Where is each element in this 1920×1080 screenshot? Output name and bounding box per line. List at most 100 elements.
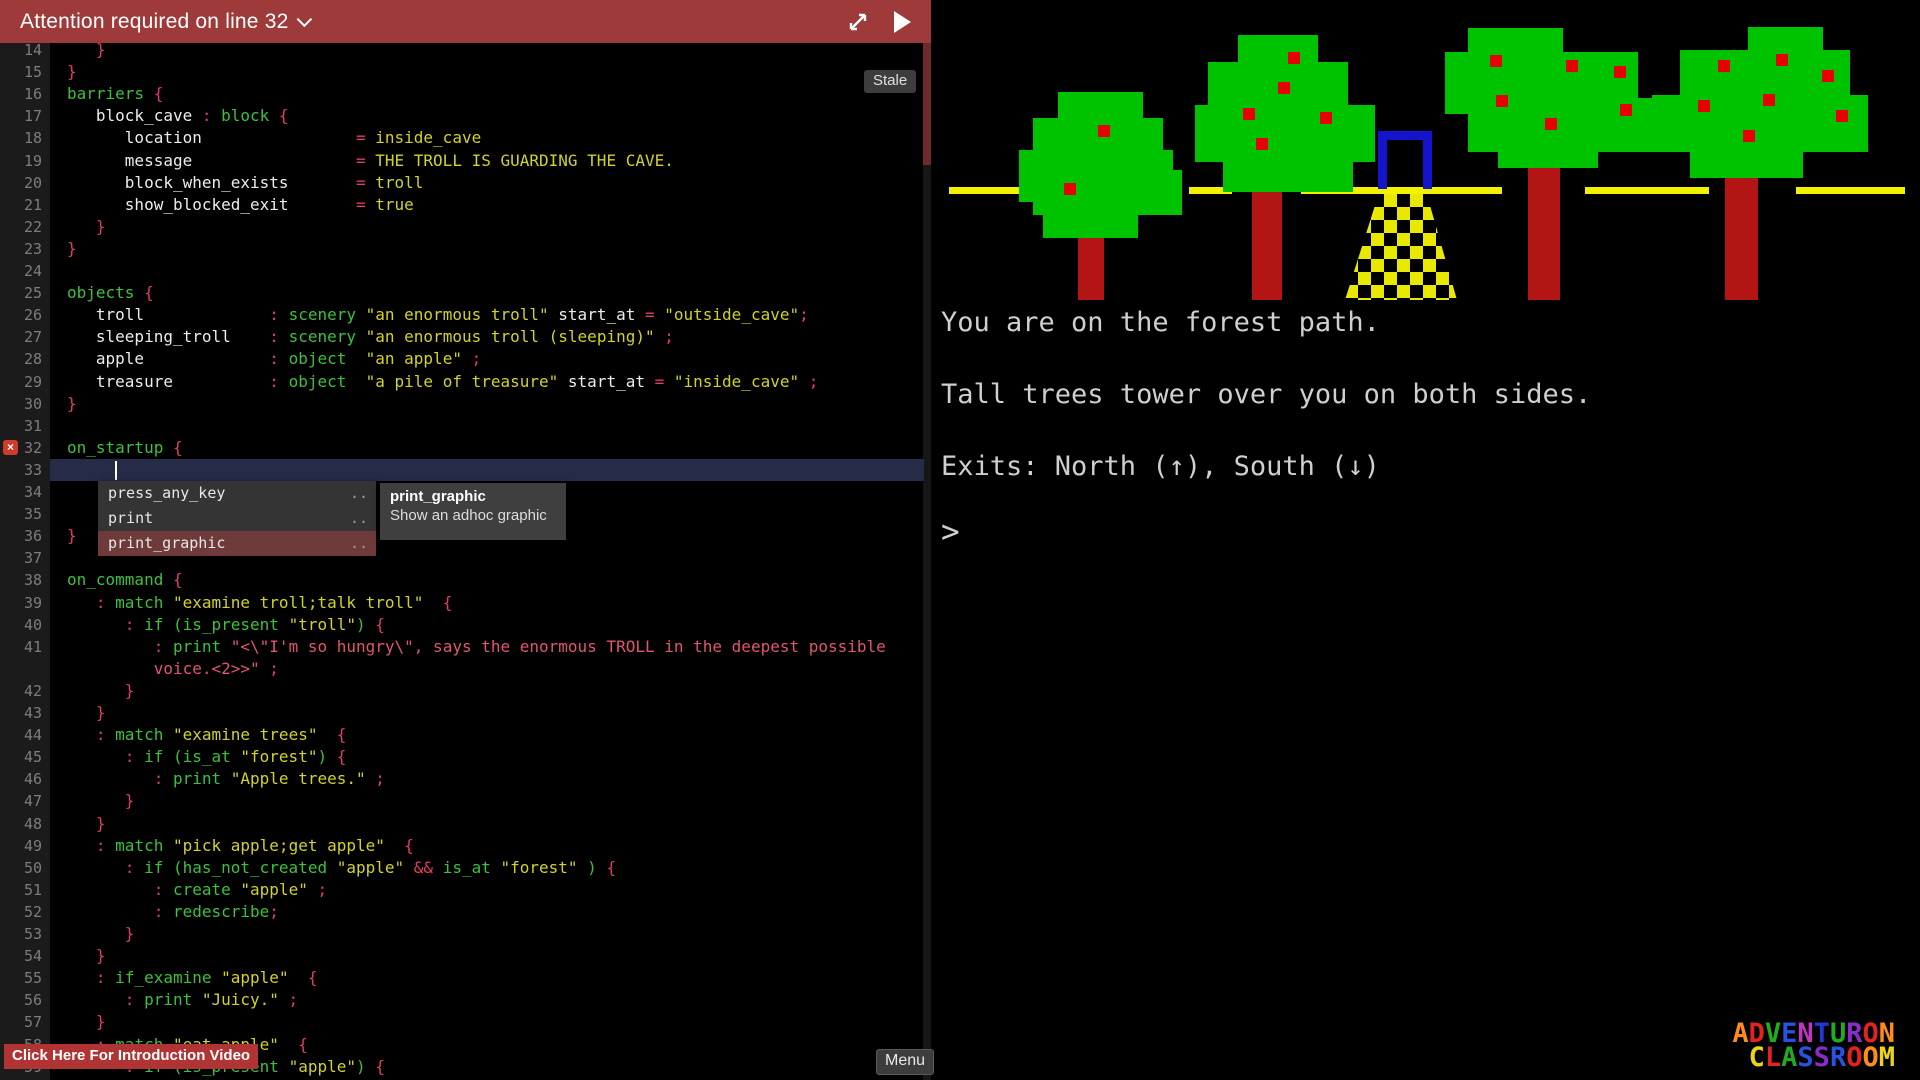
- menu-button[interactable]: Menu: [876, 1049, 934, 1075]
- line-number: 54: [0, 945, 42, 967]
- code-editor-panel[interactable]: Attention required on line 32 14 }15}16b…: [0, 0, 938, 1080]
- path-dash: [1585, 187, 1709, 194]
- error-icon: ×: [3, 440, 18, 455]
- code-line-text: block_cave : block {: [67, 105, 289, 127]
- code-line[interactable]: 41 : print "<\"I'm so hungry\", says the…: [0, 636, 924, 658]
- code-line-text: troll : scenery "an enormous troll" star…: [67, 304, 809, 326]
- autocomplete-item-press_any_key[interactable]: press_any_key..: [98, 481, 376, 506]
- run-button[interactable]: [887, 7, 917, 37]
- apple: [1776, 54, 1788, 66]
- code-line[interactable]: 47 }: [0, 790, 924, 812]
- code-line[interactable]: 21 show_blocked_exit = true: [0, 194, 924, 216]
- code-line[interactable]: 51 : create "apple" ;: [0, 879, 924, 901]
- autocomplete-item-print_graphic[interactable]: print_graphic..: [98, 531, 376, 556]
- code-line[interactable]: 53 }: [0, 923, 924, 945]
- code-line[interactable]: 54 }: [0, 945, 924, 967]
- code-line[interactable]: 17 block_cave : block {: [0, 105, 924, 127]
- apple: [1763, 94, 1775, 106]
- code-line[interactable]: 38on_command {: [0, 569, 924, 591]
- line-number: 35: [0, 503, 42, 525]
- apple: [1743, 130, 1755, 142]
- game-scene-graphic: [938, 0, 1920, 305]
- code-line[interactable]: 16barriers {: [0, 83, 924, 105]
- code-line[interactable]: 49 : match "pick apple;get apple" {: [0, 835, 924, 857]
- code-line[interactable]: 31: [0, 415, 924, 437]
- line-number: 27: [0, 326, 42, 348]
- apple: [1822, 70, 1834, 82]
- line-number: 36: [0, 525, 42, 547]
- code-line[interactable]: 40 : if (is_present "troll") {: [0, 614, 924, 636]
- line-number: 53: [0, 923, 42, 945]
- code-line[interactable]: 24: [0, 260, 924, 282]
- code-line[interactable]: 19 message = THE TROLL IS GUARDING THE C…: [0, 150, 924, 172]
- blue-arch: [1378, 131, 1432, 189]
- line-number: 21: [0, 194, 42, 216]
- code-line[interactable]: 48 }: [0, 813, 924, 835]
- more-dots: ..: [350, 481, 368, 506]
- line-number: 30: [0, 393, 42, 415]
- autocomplete-popup[interactable]: press_any_key..print..print_graphic..: [98, 481, 376, 556]
- code-line-text: }: [67, 216, 106, 238]
- code-line[interactable]: 30}: [0, 393, 924, 415]
- apple: [1243, 108, 1255, 120]
- game-text-line: You are on the forest path.: [941, 307, 1380, 338]
- tree-canopy: [1690, 145, 1803, 178]
- code-line[interactable]: 15}: [0, 61, 924, 83]
- code-line-text: }: [67, 813, 106, 835]
- code-line[interactable]: 55 : if_examine "apple" {: [0, 967, 924, 989]
- code-line-text: voice.<2>>" ;: [67, 658, 279, 680]
- autocomplete-item-print[interactable]: print..: [98, 506, 376, 531]
- line-number: 55: [0, 967, 42, 989]
- code-line[interactable]: 46 : print "Apple trees." ;: [0, 768, 924, 790]
- editor-status-header[interactable]: Attention required on line 32: [0, 0, 931, 43]
- play-icon: [894, 11, 911, 33]
- code-line[interactable]: 42 }: [0, 680, 924, 702]
- code-line-text: : match "pick apple;get apple" {: [67, 835, 414, 857]
- code-line[interactable]: 26 troll : scenery "an enormous troll" s…: [0, 304, 924, 326]
- code-line[interactable]: 25objects {: [0, 282, 924, 304]
- line-number: 48: [0, 813, 42, 835]
- code-line-text: : if (has_not_created "apple" && is_at "…: [67, 857, 616, 879]
- code-line[interactable]: 52 : redescribe;: [0, 901, 924, 923]
- code-line[interactable]: 57 }: [0, 1011, 924, 1033]
- line-number: 24: [0, 260, 42, 282]
- code-line-text: on_startup {: [67, 437, 183, 459]
- apple: [1614, 66, 1626, 78]
- code-line[interactable]: 18 location = inside_cave: [0, 127, 924, 149]
- code-line[interactable]: 29 treasure : object "a pile of treasure…: [0, 371, 924, 393]
- more-dots: ..: [350, 506, 368, 531]
- code-line-text: : print "<\"I'm so hungry\", says the en…: [67, 636, 886, 658]
- line-number: 42: [0, 680, 42, 702]
- code-line[interactable]: 50 : if (has_not_created "apple" && is_a…: [0, 857, 924, 879]
- line-number: 25: [0, 282, 42, 304]
- code-line[interactable]: 43 }: [0, 702, 924, 724]
- code-line[interactable]: 45 : if (is_at "forest") {: [0, 746, 924, 768]
- apple: [1620, 104, 1632, 116]
- line-number: 56: [0, 989, 42, 1011]
- chevron-down-icon[interactable]: [296, 12, 312, 28]
- code-line-text: : if_examine "apple" {: [67, 967, 317, 989]
- code-line[interactable]: 56 : print "Juicy." ;: [0, 989, 924, 1011]
- code-line-text: treasure : object "a pile of treasure" s…: [67, 371, 818, 393]
- code-line[interactable]: 28 apple : object "an apple" ;: [0, 348, 924, 370]
- code-line[interactable]: 22 }: [0, 216, 924, 238]
- line-number: 23: [0, 238, 42, 260]
- code-line[interactable]: 39 : match "examine troll;talk troll" {: [0, 592, 924, 614]
- code-line[interactable]: 27 sleeping_troll : scenery "an enormous…: [0, 326, 924, 348]
- game-preview-panel[interactable]: You are on the forest path.Tall trees to…: [931, 0, 1920, 1080]
- code-line[interactable]: 20 block_when_exists = troll: [0, 172, 924, 194]
- code-line[interactable]: 32on_startup {: [0, 437, 924, 459]
- code-line-text: apple : object "an apple" ;: [67, 348, 481, 370]
- apple: [1836, 110, 1848, 122]
- code-line[interactable]: voice.<2>>" ;: [0, 658, 924, 680]
- more-dots: ..: [350, 531, 368, 556]
- line-number: 26: [0, 304, 42, 326]
- expand-icon[interactable]: [843, 7, 873, 37]
- code-line-text: location = inside_cave: [67, 127, 481, 149]
- code-line-text: message = THE TROLL IS GUARDING THE CAVE…: [67, 150, 674, 172]
- line-number: 22: [0, 216, 42, 238]
- code-line[interactable]: 44 : match "examine trees" {: [0, 724, 924, 746]
- code-line[interactable]: 23}: [0, 238, 924, 260]
- game-command-prompt[interactable]: >: [941, 514, 960, 550]
- intro-video-button[interactable]: Click Here For Introduction Video: [4, 1044, 258, 1069]
